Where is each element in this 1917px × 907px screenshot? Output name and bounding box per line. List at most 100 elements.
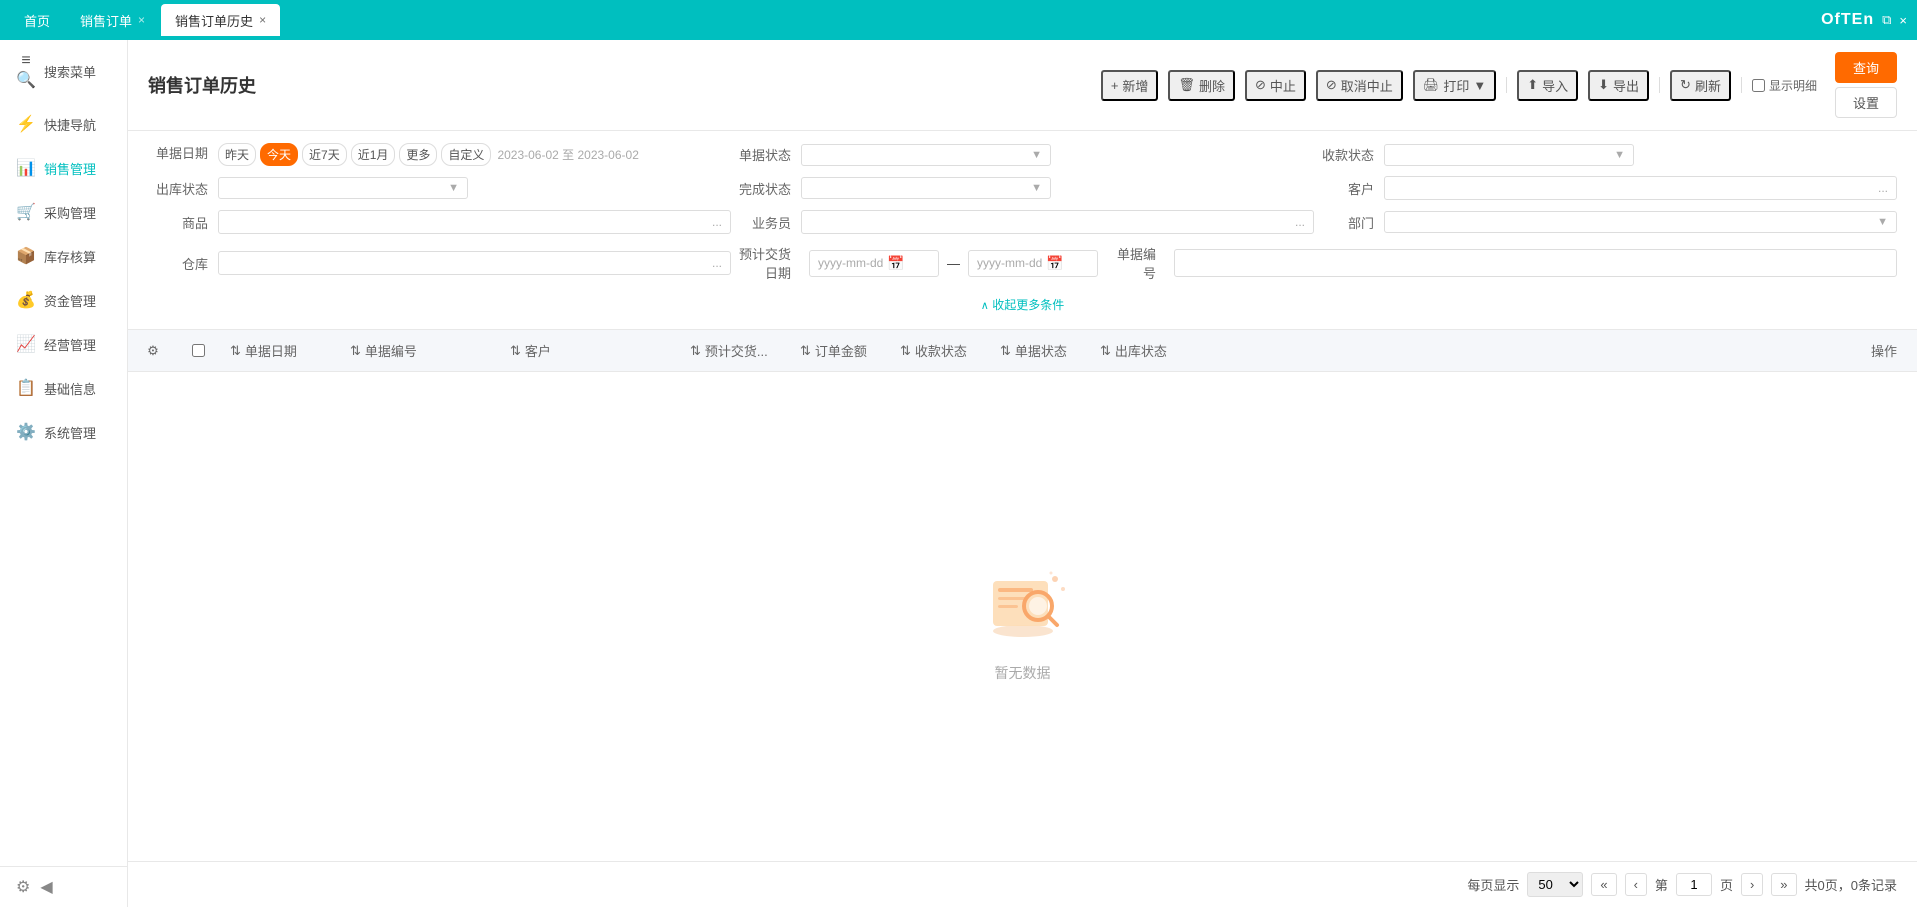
sidebar-label-purchase-mgmt: 采购管理 xyxy=(44,203,96,222)
date-btn-7days[interactable]: 近7天 xyxy=(302,143,347,166)
date-btn-1month[interactable]: 近1月 xyxy=(351,143,396,166)
order-status-arrow: ▼ xyxy=(1031,149,1042,161)
out-status-select[interactable]: ▼ xyxy=(218,177,468,199)
page-title: 销售订单历史 xyxy=(148,72,256,98)
collapse-up-icon: ∧ xyxy=(981,300,989,312)
show-detail-checkbox-wrap[interactable]: 显示明细 xyxy=(1752,77,1817,94)
th-date: ⇅ 单据日期 xyxy=(218,341,338,360)
order-no-input[interactable] xyxy=(1174,249,1897,277)
calendar-end-icon: 📅 xyxy=(1046,255,1063,272)
sidebar-label-inventory: 库存核算 xyxy=(44,247,96,266)
close-sales-order-history-tab[interactable]: × xyxy=(259,13,266,27)
sidebar-item-finance[interactable]: 💰 资金管理 xyxy=(0,278,127,322)
sidebar-item-search-menu[interactable]: ≡🔍 搜索菜单 xyxy=(0,40,127,102)
order-status-select[interactable]: ▼ xyxy=(801,144,1051,166)
import-button[interactable]: ⬆ 导入 xyxy=(1517,70,1578,101)
delivery-date-end[interactable]: yyyy-mm-dd 📅 xyxy=(968,250,1098,277)
page-header: 销售订单历史 + 新增 🗑 删除 ⊘ 中止 ⊘ 取消中止 xyxy=(128,40,1917,131)
system-icon: ⚙️ xyxy=(16,422,36,442)
sidebar-item-purchase-mgmt[interactable]: 🛒 采购管理 xyxy=(0,190,127,234)
current-page-input[interactable] xyxy=(1676,873,1712,896)
delete-icon: 🗑 xyxy=(1178,77,1195,93)
collapse-filter-button[interactable]: ∧ 收起更多条件 xyxy=(148,292,1897,317)
delivery-date-start[interactable]: yyyy-mm-dd 📅 xyxy=(809,250,939,277)
prev-page-button[interactable]: ‹ xyxy=(1625,873,1647,896)
date-btn-custom[interactable]: 自定义 xyxy=(441,143,491,166)
print-button[interactable]: 🖨 打印 ▼ xyxy=(1413,70,1496,101)
sort-icon-payment[interactable]: ⇅ xyxy=(900,343,911,359)
sidebar-item-system[interactable]: ⚙️ 系统管理 xyxy=(0,410,127,454)
date-btn-yesterday[interactable]: 昨天 xyxy=(218,143,256,166)
salesperson-input[interactable]: ... xyxy=(801,210,1314,234)
sidebar-item-sales-mgmt[interactable]: 📊 销售管理 xyxy=(0,146,127,190)
sort-icon-date[interactable]: ⇅ xyxy=(230,343,241,359)
customer-input[interactable]: ... xyxy=(1384,176,1897,200)
tab-sales-order-history[interactable]: 销售订单历史 × xyxy=(161,4,280,36)
date-label: 单据日期 xyxy=(148,143,218,162)
new-button[interactable]: + 新增 xyxy=(1101,70,1159,101)
th-checkbox[interactable] xyxy=(178,344,218,357)
toolbar: + 新增 🗑 删除 ⊘ 中止 ⊘ 取消中止 🖨 打印 xyxy=(1101,52,1897,118)
complete-status-select[interactable]: ▼ xyxy=(801,177,1051,199)
show-detail-checkbox[interactable] xyxy=(1752,79,1765,92)
collapse-sidebar-icon[interactable]: ◀ xyxy=(40,877,52,897)
setting-button[interactable]: 设置 xyxy=(1835,87,1897,118)
sales-mgmt-icon: 📊 xyxy=(16,158,36,178)
goods-input[interactable]: ... xyxy=(218,210,731,234)
first-page-button[interactable]: « xyxy=(1591,873,1616,896)
select-all-checkbox[interactable] xyxy=(192,344,205,357)
goods-ellipsis-icon: ... xyxy=(712,215,722,229)
sidebar-label-operations: 经营管理 xyxy=(44,335,96,354)
tab-sales-order[interactable]: 销售订单 × xyxy=(66,4,159,36)
th-delivery-date: ⇅ 预计交货... xyxy=(678,341,788,360)
sidebar-item-operations[interactable]: 📈 经营管理 xyxy=(0,322,127,366)
sort-icon-amount[interactable]: ⇅ xyxy=(800,343,811,359)
stop-button[interactable]: ⊘ 中止 xyxy=(1245,70,1306,101)
customer-ellipsis-icon: ... xyxy=(1878,181,1888,195)
pagination: 每页显示 50 10 20 100 « ‹ 第 页 › » 共0页，0条记录 xyxy=(128,861,1917,907)
salesperson-ellipsis-icon: ... xyxy=(1295,215,1305,229)
complete-status-label: 完成状态 xyxy=(731,179,801,198)
restore-window-icon[interactable]: ⧉ xyxy=(1882,12,1891,28)
date-btn-today[interactable]: 今天 xyxy=(260,143,298,166)
import-icon: ⬆ xyxy=(1527,77,1538,93)
th-settings[interactable]: ⚙ xyxy=(128,343,178,359)
payment-status-select[interactable]: ▼ xyxy=(1384,144,1634,166)
sort-icon-delivery[interactable]: ⇅ xyxy=(690,343,701,359)
dept-select[interactable]: ▼ xyxy=(1384,211,1897,233)
sort-icon-orderno[interactable]: ⇅ xyxy=(350,343,361,359)
cancel-stop-button[interactable]: ⊘ 取消中止 xyxy=(1316,70,1403,101)
sort-icon-customer[interactable]: ⇅ xyxy=(510,343,521,359)
page-size-select[interactable]: 50 10 20 100 xyxy=(1527,872,1583,897)
sidebar-item-quick-nav[interactable]: ⚡ 快捷导航 xyxy=(0,102,127,146)
export-icon: ⬇ xyxy=(1598,77,1609,93)
refresh-button[interactable]: ↻ 刷新 xyxy=(1670,70,1731,101)
tab-home[interactable]: 首页 xyxy=(10,4,64,36)
payment-status-label: 收款状态 xyxy=(1314,145,1384,164)
sort-icon-order-status[interactable]: ⇅ xyxy=(1000,343,1011,359)
refresh-icon: ↻ xyxy=(1680,77,1691,93)
warehouse-input[interactable]: ... xyxy=(218,251,731,275)
empty-state: 暂无数据 xyxy=(128,372,1917,861)
close-window-icon[interactable]: × xyxy=(1899,13,1907,28)
quick-nav-icon: ⚡ xyxy=(16,114,36,134)
sidebar-label-basic-info: 基础信息 xyxy=(44,379,96,398)
th-amount: ⇅ 订单金额 xyxy=(788,341,888,360)
warehouse-label: 仓库 xyxy=(148,254,218,273)
query-button[interactable]: 查询 xyxy=(1835,52,1897,83)
date-btn-more[interactable]: 更多 xyxy=(399,143,437,166)
date-range-display: 2023-06-02 至 2023-06-02 xyxy=(497,146,638,163)
out-status-arrow: ▼ xyxy=(448,182,459,194)
sidebar-item-inventory[interactable]: 📦 库存核算 xyxy=(0,234,127,278)
export-button[interactable]: ⬇ 导出 xyxy=(1588,70,1649,101)
sidebar-item-basic-info[interactable]: 📋 基础信息 xyxy=(0,366,127,410)
sidebar-label-search-menu: 搜索菜单 xyxy=(44,62,96,81)
calendar-start-icon: 📅 xyxy=(887,255,904,272)
next-page-button[interactable]: › xyxy=(1741,873,1763,896)
sort-icon-out-status[interactable]: ⇅ xyxy=(1100,343,1111,359)
last-page-button[interactable]: » xyxy=(1771,873,1796,896)
settings-icon[interactable]: ⚙ xyxy=(16,877,30,897)
page-label: 页 xyxy=(1720,875,1733,894)
close-sales-order-tab[interactable]: × xyxy=(138,13,145,27)
delete-button[interactable]: 🗑 删除 xyxy=(1168,70,1235,101)
